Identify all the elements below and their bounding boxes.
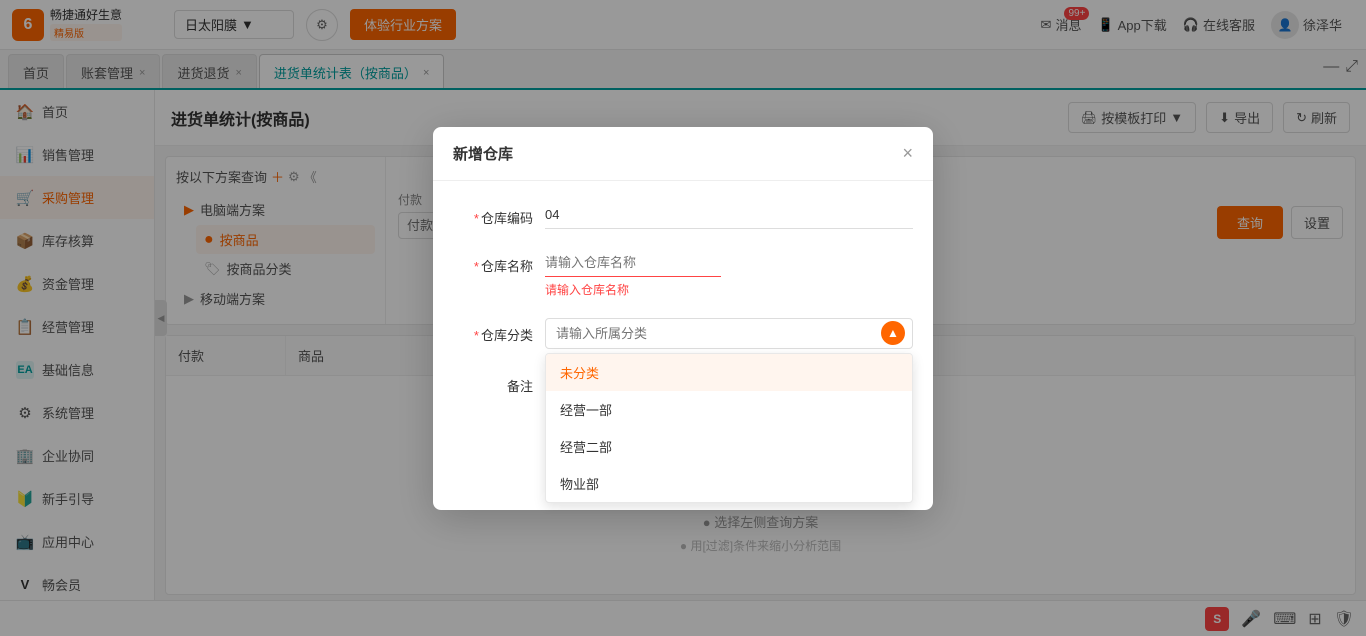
remark-label: 备注 — [453, 369, 533, 395]
warehouse-category-row: *仓库分类 ▲ 未分类 经营一部 经营二部 物业部 — [453, 318, 913, 349]
modal-body: *仓库编码 *仓库名称 请输入仓库名称 — [433, 181, 933, 449]
name-error-message: 请输入仓库名称 — [545, 283, 629, 297]
dropdown-item-dept1[interactable]: 经营一部 — [546, 391, 912, 428]
dropdown-item-unclassified[interactable]: 未分类 — [546, 354, 912, 391]
category-dropdown: 未分类 经营一部 经营二部 物业部 — [545, 353, 913, 503]
category-select-wrapper: ▲ 未分类 经营一部 经营二部 物业部 — [545, 318, 913, 349]
modal-overlay: 新增仓库 × *仓库编码 *仓库名称 — [0, 0, 1366, 636]
modal-header: 新增仓库 × — [433, 127, 933, 181]
name-label: *仓库名称 — [453, 249, 533, 275]
dropdown-item-dept3[interactable]: 物业部 — [546, 465, 912, 502]
modal-close-icon[interactable]: × — [902, 143, 913, 164]
warehouse-code-input[interactable] — [545, 201, 913, 229]
category-label: *仓库分类 — [453, 318, 533, 344]
new-warehouse-modal: 新增仓库 × *仓库编码 *仓库名称 — [433, 127, 933, 510]
code-label: *仓库编码 — [453, 201, 533, 227]
warehouse-name-input[interactable] — [545, 249, 721, 276]
warehouse-name-row: *仓库名称 请输入仓库名称 — [453, 249, 913, 298]
category-arrow-icon[interactable]: ▲ — [881, 321, 905, 345]
dropdown-item-dept2[interactable]: 经营二部 — [546, 428, 912, 465]
modal-title: 新增仓库 — [453, 143, 513, 164]
warehouse-code-row: *仓库编码 — [453, 201, 913, 229]
category-input[interactable] — [545, 318, 913, 349]
